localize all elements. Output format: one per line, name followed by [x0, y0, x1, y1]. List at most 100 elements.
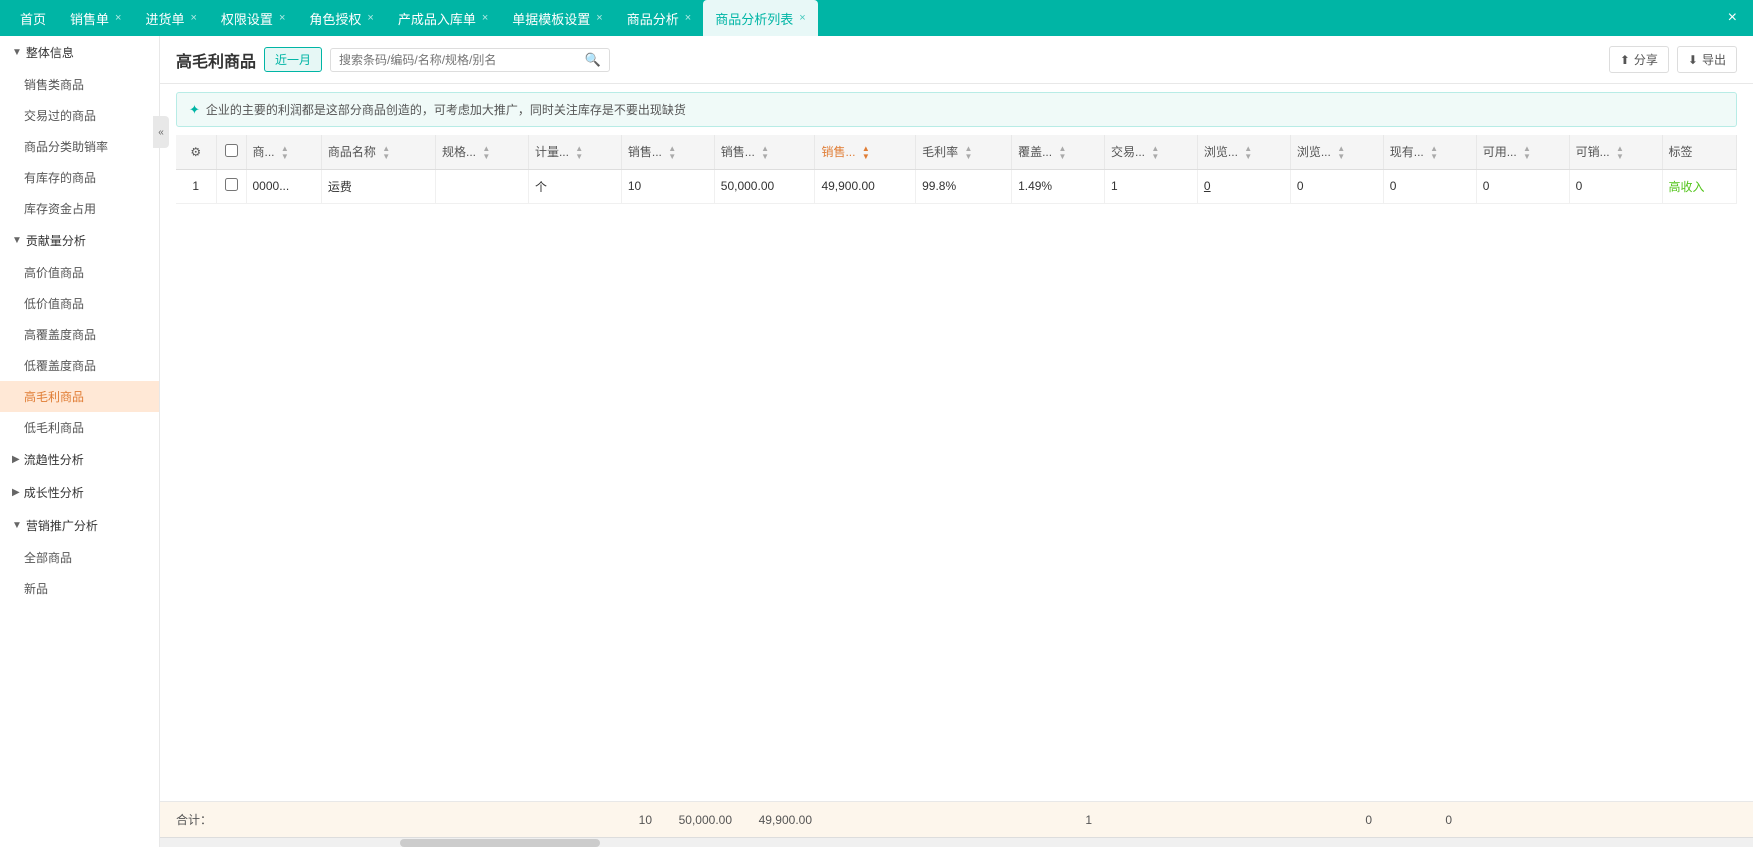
col-header-sales2: 销售... ▲▼ — [714, 135, 815, 169]
cell-current: 0 — [1383, 169, 1476, 203]
sort-trade[interactable]: ▲▼ — [1151, 145, 1159, 161]
sidebar-group-growth[interactable]: ▶ 成长性分析 — [0, 476, 159, 509]
close-sales-tab[interactable]: × — [115, 12, 121, 24]
search-box: 🔍 — [330, 48, 610, 72]
export-button[interactable]: ⬇ 导出 — [1677, 46, 1737, 73]
nav-item-role-auth[interactable]: 角色授权 × — [297, 0, 385, 36]
sidebar-item-stock-capital[interactable]: 库存资金占用 — [0, 193, 159, 224]
sort-browse1[interactable]: ▲▼ — [1244, 145, 1252, 161]
top-navigation: 首页 销售单 × 进货单 × 权限设置 × 角色授权 × 产成品入库单 × 单据… — [0, 0, 1753, 36]
footer-current: 0 — [1298, 813, 1378, 827]
scrollbar-thumb[interactable] — [400, 839, 600, 847]
footer-available: 0 — [1378, 813, 1458, 827]
footer-trade: 1 — [1018, 813, 1098, 827]
cell-code[interactable]: 0000... — [246, 169, 321, 203]
footer-col2: 50,000.00 — [658, 813, 738, 827]
share-button[interactable]: ⬆ 分享 — [1609, 46, 1669, 73]
cell-sales3: 49,900.00 — [815, 169, 916, 203]
cell-browse1[interactable]: 0 — [1197, 169, 1290, 203]
nav-item-sales[interactable]: 销售单 × — [58, 0, 133, 36]
sidebar-item-high-coverage[interactable]: 高覆盖度商品 — [0, 319, 159, 350]
nav-item-template[interactable]: 单据模板设置 × — [500, 0, 614, 36]
sort-sales1[interactable]: ▲▼ — [668, 145, 676, 161]
horizontal-scrollbar[interactable] — [160, 837, 1753, 847]
sort-spec[interactable]: ▲▼ — [482, 145, 490, 161]
tip-icon: ✦ — [189, 102, 200, 118]
close-auth-settings-tab[interactable]: × — [279, 12, 285, 24]
close-stock-in-tab[interactable]: × — [482, 12, 488, 24]
data-table: ⚙ 商... ▲▼ 商品名称 ▲▼ — [176, 135, 1737, 204]
sidebar-item-high-value[interactable]: 高价值商品 — [0, 257, 159, 288]
cell-sales1: 10 — [621, 169, 714, 203]
sidebar-item-sales-goods[interactable]: 销售类商品 — [0, 69, 159, 100]
sidebar-item-new-goods[interactable]: 新品 — [0, 573, 159, 604]
sidebar-group-trend[interactable]: ▶ 流趋性分析 — [0, 443, 159, 476]
sort-sales3[interactable]: ▲▼ — [862, 145, 870, 161]
export-icon: ⬇ — [1688, 53, 1698, 67]
footer-label: 合计： — [176, 811, 212, 828]
col-header-coverage: 覆盖... ▲▼ — [1012, 135, 1105, 169]
nav-item-stock-in[interactable]: 产成品入库单 × — [386, 0, 500, 36]
cell-tag: 高收入 — [1662, 169, 1736, 203]
sort-saleable[interactable]: ▲▼ — [1616, 145, 1624, 161]
sidebar-item-traded-goods[interactable]: 交易过的商品 — [0, 100, 159, 131]
sort-current[interactable]: ▲▼ — [1430, 145, 1438, 161]
col-header-saleable: 可销... ▲▼ — [1569, 135, 1662, 169]
col-header-num: ⚙ — [176, 135, 216, 169]
sidebar-item-category-rate[interactable]: 商品分类助销率 — [0, 131, 159, 162]
search-input[interactable] — [339, 53, 585, 67]
sort-coverage[interactable]: ▲▼ — [1058, 145, 1066, 161]
cell-gross-rate: 99.8% — [916, 169, 1012, 203]
sidebar-item-low-value[interactable]: 低价值商品 — [0, 288, 159, 319]
col-header-name: 商品名称 ▲▼ — [321, 135, 435, 169]
sort-gross-rate[interactable]: ▲▼ — [964, 145, 972, 161]
nav-item-product-analysis[interactable]: 商品分析 × — [615, 0, 703, 36]
filter-recent-month-button[interactable]: 近一月 — [264, 47, 322, 72]
cell-name: 运费 — [321, 169, 435, 203]
close-product-analysis-tab[interactable]: × — [685, 12, 691, 24]
col-header-spec: 规格... ▲▼ — [436, 135, 529, 169]
nav-item-purchase[interactable]: 进货单 × — [133, 0, 208, 36]
sort-name[interactable]: ▲▼ — [382, 145, 390, 161]
sidebar-group-overview[interactable]: ▼ 整体信息 — [0, 36, 159, 69]
sort-available[interactable]: ▲▼ — [1523, 145, 1531, 161]
footer-col3: 49,900.00 — [738, 813, 818, 827]
cell-available: 0 — [1476, 169, 1569, 203]
arrow-right-icon: ▶ — [12, 487, 20, 498]
nav-item-home[interactable]: 首页 — [8, 0, 58, 36]
close-role-auth-tab[interactable]: × — [367, 12, 373, 24]
sort-code[interactable]: ▲▼ — [281, 145, 289, 161]
sidebar-item-low-margin[interactable]: 低毛利商品 — [0, 412, 159, 443]
sidebar-item-low-coverage[interactable]: 低覆盖度商品 — [0, 350, 159, 381]
settings-icon[interactable]: ⚙ — [190, 145, 201, 159]
sidebar-item-all-goods[interactable]: 全部商品 — [0, 542, 159, 573]
table-header-row: ⚙ 商... ▲▼ 商品名称 ▲▼ — [176, 135, 1737, 169]
cell-sales2: 50,000.00 — [714, 169, 815, 203]
sort-unit[interactable]: ▲▼ — [575, 145, 583, 161]
nav-item-auth-settings[interactable]: 权限设置 × — [209, 0, 297, 36]
sidebar-collapse-button[interactable]: « — [153, 116, 169, 148]
sidebar-item-in-stock[interactable]: 有库存的商品 — [0, 162, 159, 193]
sort-sales2[interactable]: ▲▼ — [761, 145, 769, 161]
row-checkbox[interactable] — [225, 178, 238, 191]
window-close-button[interactable]: × — [1720, 9, 1745, 27]
footer-total-bar: 合计： 10 50,000.00 49,900.00 1 0 0 — [160, 801, 1753, 837]
close-analysis-list-tab[interactable]: × — [799, 12, 805, 24]
footer-values: 10 50,000.00 49,900.00 1 0 0 — [228, 813, 1737, 827]
close-template-tab[interactable]: × — [596, 12, 602, 24]
cell-trade: 1 — [1105, 169, 1198, 203]
search-icon[interactable]: 🔍 — [585, 52, 601, 68]
share-icon: ⬆ — [1620, 53, 1630, 67]
close-purchase-tab[interactable]: × — [190, 12, 196, 24]
sidebar-group-marketing[interactable]: ▼ 营销推广分析 — [0, 509, 159, 542]
cell-spec — [436, 169, 529, 203]
cell-browse2: 0 — [1290, 169, 1383, 203]
content-header: 高毛利商品 近一月 🔍 ⬆ 分享 ⬇ 导出 — [160, 36, 1753, 84]
col-header-tag: 标签 — [1662, 135, 1736, 169]
table-row: 1 0000... 运费 个 10 50,000.00 49,900.00 99 — [176, 169, 1737, 203]
nav-item-analysis-list[interactable]: 商品分析列表 × — [703, 0, 817, 36]
select-all-checkbox[interactable] — [225, 144, 238, 157]
sidebar-group-contribution[interactable]: ▼ 贡献量分析 — [0, 224, 159, 257]
sidebar-item-high-margin[interactable]: 高毛利商品 — [0, 381, 159, 412]
sort-browse2[interactable]: ▲▼ — [1337, 145, 1345, 161]
